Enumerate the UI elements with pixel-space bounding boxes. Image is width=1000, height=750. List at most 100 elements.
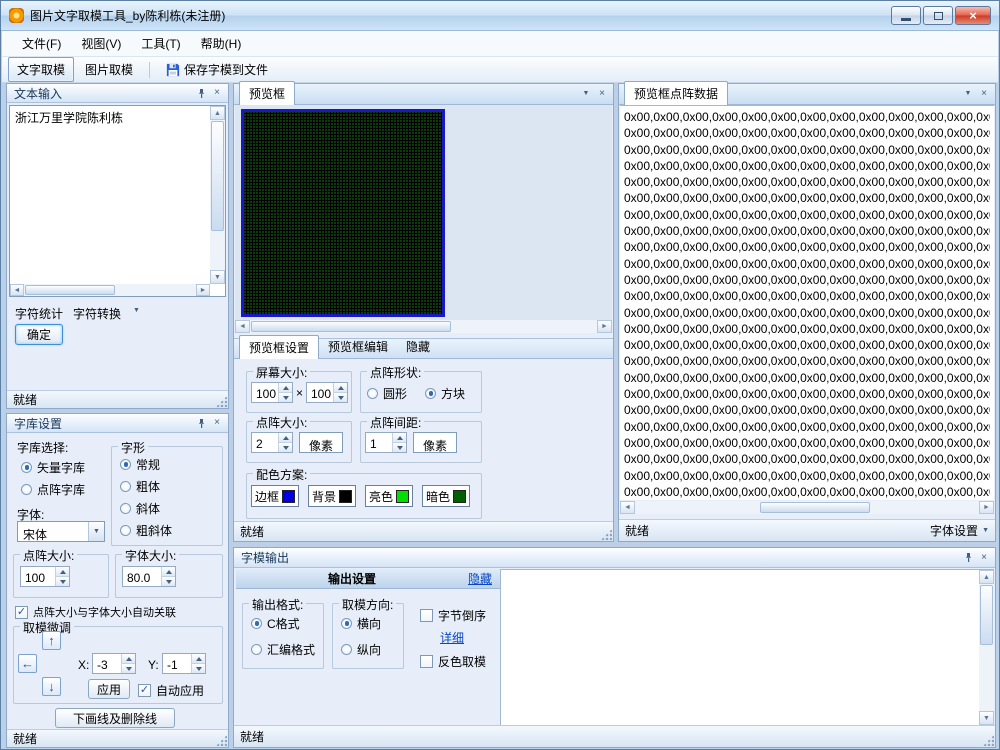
close-panel-button[interactable]: ×	[209, 416, 225, 431]
minimize-button[interactable]	[891, 6, 921, 25]
image-mode-button[interactable]: 图片取模	[76, 57, 142, 82]
save-font-button[interactable]: 保存字模到文件	[157, 57, 277, 82]
font-family-select[interactable]: 宋体 ▼	[17, 521, 105, 542]
nudge-left-button[interactable]: ←	[18, 654, 37, 673]
text-vscrollbar[interactable]: ▲ ▼	[210, 106, 225, 284]
swatch-bright-color[interactable]: 亮色	[365, 485, 413, 507]
byte-reverse-checkbox[interactable]	[420, 609, 433, 622]
radio-style-italic[interactable]	[120, 503, 131, 514]
font-size-spinner[interactable]: 80.0	[122, 566, 176, 587]
pin-button[interactable]	[193, 86, 209, 101]
resize-grip[interactable]	[216, 735, 227, 746]
matrix-hscrollbar[interactable]: ◄ ►	[620, 501, 994, 514]
vscroll-thumb[interactable]	[211, 121, 224, 231]
scroll-right-button[interactable]: ►	[196, 284, 210, 296]
matrix-data[interactable]: 0x00,0x00,0x00,0x00,0x00,0x00,0x00,0x00,…	[620, 105, 994, 500]
radio-vertical[interactable]	[341, 644, 352, 655]
radio-style-regular[interactable]	[120, 459, 131, 470]
spin-up-button[interactable]	[393, 433, 406, 443]
tab-preview-settings[interactable]: 预览框设置	[239, 335, 319, 359]
spin-up-button[interactable]	[162, 567, 175, 577]
preview-dot-matrix[interactable]	[241, 109, 445, 317]
dot-size-spinner[interactable]: 100	[20, 566, 70, 587]
tab-char-stats[interactable]: 字符统计	[15, 305, 63, 322]
radio-horizontal[interactable]	[341, 618, 352, 629]
nudge-up-button[interactable]: ↑	[42, 631, 61, 650]
scroll-right-button[interactable]: ►	[979, 501, 994, 514]
spin-down-button[interactable]	[162, 577, 175, 586]
text-mode-button[interactable]: 文字取模	[8, 57, 74, 82]
swatch-dark-color[interactable]: 暗色	[422, 485, 470, 507]
text-input-area[interactable]: 浙江万里学院陈利栋 ▲ ▼ ◄ ►	[9, 105, 226, 297]
vscroll-thumb[interactable]	[980, 585, 993, 645]
close-panel-button[interactable]: ×	[594, 86, 610, 101]
menu-help[interactable]: 帮助(H)	[191, 30, 252, 57]
radio-shape-square[interactable]	[425, 388, 436, 399]
radio-c-format[interactable]	[251, 618, 262, 629]
detail-link[interactable]: 详细	[440, 629, 464, 646]
auto-link-checkbox[interactable]: ✓	[15, 606, 28, 619]
screen-height-spinner[interactable]: 100	[306, 382, 348, 403]
apply-button[interactable]: 应用	[88, 679, 130, 699]
output-vscrollbar[interactable]: ▲ ▼	[979, 570, 994, 725]
title-bar[interactable]: 图片文字取模工具_by陈利栋(未注册) ×	[1, 1, 999, 31]
maximize-button[interactable]	[923, 6, 953, 25]
combo-dropdown-button[interactable]: ▼	[88, 522, 104, 541]
pin-button[interactable]	[193, 416, 209, 431]
preview-hscrollbar[interactable]: ◄ ►	[235, 320, 612, 333]
resize-grip[interactable]	[601, 529, 612, 540]
hscroll-thumb[interactable]	[25, 285, 115, 295]
panel-menu-button[interactable]: ▼	[578, 86, 594, 101]
menu-file[interactable]: 文件(F)	[12, 30, 71, 57]
radio-bitmap-font[interactable]	[21, 484, 32, 495]
scroll-up-button[interactable]: ▲	[979, 570, 994, 584]
close-panel-button[interactable]: ×	[976, 550, 992, 565]
spin-up-button[interactable]	[279, 433, 292, 443]
spin-up-button[interactable]	[122, 654, 135, 664]
dot-gap-spinner[interactable]: 1	[365, 432, 407, 453]
hscroll-thumb[interactable]	[760, 502, 870, 513]
pin-button[interactable]	[960, 550, 976, 565]
spin-down-button[interactable]	[279, 443, 292, 452]
tab-preview-edit[interactable]: 预览框编辑	[319, 335, 397, 358]
y-offset-spinner[interactable]: -1	[162, 653, 206, 674]
x-offset-spinner[interactable]: -3	[92, 653, 136, 674]
scroll-down-button[interactable]: ▼	[979, 711, 994, 725]
confirm-button[interactable]: 确定	[15, 324, 63, 345]
hscroll-thumb[interactable]	[251, 321, 451, 332]
spin-down-button[interactable]	[393, 443, 406, 452]
spin-down-button[interactable]	[192, 664, 205, 673]
resize-grip[interactable]	[983, 735, 994, 746]
scroll-right-button[interactable]: ►	[597, 320, 612, 333]
nudge-down-button[interactable]: ↓	[42, 677, 61, 696]
output-text-area[interactable]: ▲ ▼	[501, 569, 994, 725]
spin-down-button[interactable]	[122, 664, 135, 673]
underline-strike-button[interactable]: 下画线及删除线	[55, 708, 175, 728]
spin-up-button[interactable]	[279, 383, 292, 393]
menu-tools[interactable]: 工具(T)	[131, 30, 190, 57]
spin-down-button[interactable]	[279, 393, 292, 402]
panel-menu-button[interactable]: ▼	[960, 86, 976, 101]
scroll-left-button[interactable]: ◄	[235, 320, 250, 333]
spin-up-button[interactable]	[56, 567, 69, 577]
radio-shape-circle[interactable]	[367, 388, 378, 399]
radio-style-bold-italic[interactable]	[120, 525, 131, 536]
menu-view[interactable]: 视图(V)	[71, 30, 131, 57]
swatch-border-color[interactable]: 边框	[251, 485, 299, 507]
scroll-up-button[interactable]: ▲	[210, 106, 225, 120]
spin-up-button[interactable]	[334, 383, 347, 393]
resize-grip[interactable]	[216, 396, 227, 407]
hide-link[interactable]: 隐藏	[468, 570, 492, 587]
spin-up-button[interactable]	[192, 654, 205, 664]
tab-char-convert[interactable]: 字符转换	[73, 305, 121, 322]
scroll-down-button[interactable]: ▼	[210, 270, 225, 284]
spin-down-button[interactable]	[334, 393, 347, 402]
radio-style-bold[interactable]	[120, 481, 131, 492]
auto-apply-checkbox[interactable]: ✓	[138, 684, 151, 697]
close-panel-button[interactable]: ×	[976, 86, 992, 101]
radio-vector-font[interactable]	[21, 462, 32, 473]
close-button[interactable]: ×	[955, 6, 991, 25]
font-settings-dropdown[interactable]: 字体设置 ▼	[930, 522, 989, 539]
scroll-left-button[interactable]: ◄	[620, 501, 635, 514]
screen-width-spinner[interactable]: 100	[251, 382, 293, 403]
